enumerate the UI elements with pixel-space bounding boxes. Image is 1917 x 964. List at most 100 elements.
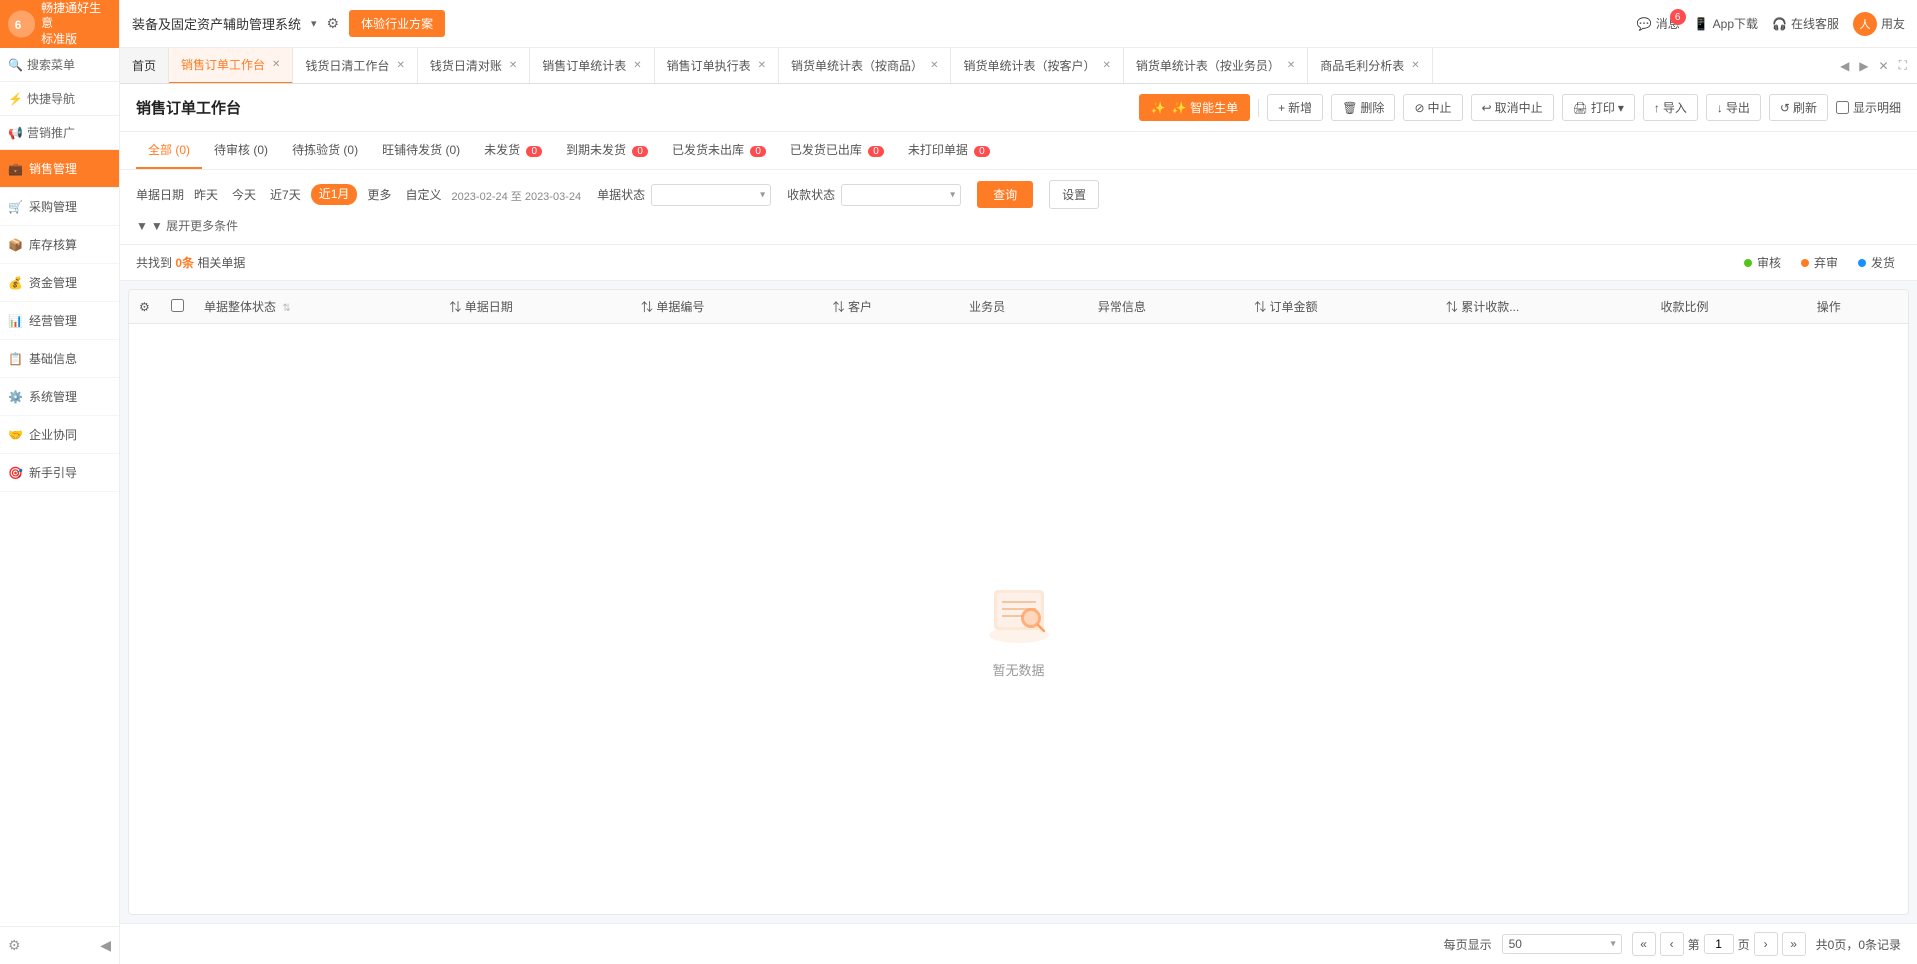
tab-maximize-icon[interactable]: ⛶ (1895, 56, 1911, 75)
collapse-sidebar-icon[interactable]: ◀ (100, 937, 111, 954)
sidebar-item-operation[interactable]: 📊 经营管理 (0, 302, 119, 340)
select-all-checkbox[interactable] (171, 299, 184, 312)
sub-tab-overdue-ship[interactable]: 到期未发货 0 (554, 132, 660, 169)
date-opt-today[interactable]: 今天 (228, 184, 260, 205)
sub-tab-wangpu-ship[interactable]: 旺铺待发货 (0) (370, 132, 472, 169)
tab-nav-prev[interactable]: ◀ (1836, 57, 1853, 75)
tab-sales-workbench[interactable]: 销售订单工作台 ✕ (169, 48, 293, 84)
sub-tab-pending-review[interactable]: 待审核 (0) (202, 132, 280, 169)
date-opt-custom[interactable]: 自定义 (401, 184, 445, 205)
print-icon: 🖨 (1573, 101, 1588, 115)
stop-button[interactable]: ⊘ 中止 (1403, 94, 1462, 121)
col-action: 操作 (1807, 290, 1908, 324)
tab-close-all-icon[interactable]: ✕ (1875, 57, 1893, 75)
tab-close-icon[interactable]: ✕ (509, 60, 517, 71)
tab-nav-next[interactable]: ▶ (1855, 57, 1872, 75)
smart-create-button[interactable]: ✨ ✨ 智能生单 (1139, 94, 1250, 121)
sidebar-item-label: 系统管理 (29, 388, 77, 405)
ship-button[interactable]: 发货 (1852, 251, 1901, 274)
user-menu[interactable]: 人 用友 (1853, 12, 1905, 36)
settings-filter-button[interactable]: 设置 (1049, 180, 1099, 209)
tab-close-icon[interactable]: ✕ (396, 60, 404, 71)
sidebar-item-finance[interactable]: 💰 资金管理 (0, 264, 119, 302)
message-button[interactable]: 💬 消息 6 (1637, 15, 1680, 32)
header-dropdown-arrow[interactable]: ▾ (311, 17, 317, 30)
expand-filter-button[interactable]: ▼ ▼ 展开更多条件 (136, 217, 1901, 234)
tab-sales-stat[interactable]: 销售订单统计表 ✕ (530, 48, 654, 84)
status-select[interactable] (651, 184, 771, 206)
tab-close-icon[interactable]: ✕ (1411, 60, 1419, 71)
date-opt-1month[interactable]: 近1月 (311, 184, 358, 205)
online-service-button[interactable]: 🎧 在线客服 (1772, 15, 1839, 32)
delete-button[interactable]: 🗑 删除 (1331, 94, 1395, 121)
tab-close-icon[interactable]: ✕ (272, 59, 280, 70)
tab-sales-exec[interactable]: 销售订单执行表 ✕ (655, 48, 779, 84)
sidebar-item-label: 经营管理 (29, 312, 77, 329)
sidebar-item-system[interactable]: ⚙️ 系统管理 (0, 378, 119, 416)
column-settings-icon[interactable]: ⚙ (139, 300, 150, 314)
sidebar-item-basicinfo[interactable]: 📋 基础信息 (0, 340, 119, 378)
tab-close-icon[interactable]: ✕ (1287, 60, 1295, 71)
show-detail-input[interactable] (1836, 101, 1849, 114)
page-number-input[interactable] (1704, 934, 1734, 954)
audit-button[interactable]: 审核 (1738, 251, 1787, 274)
main-content: 装备及固定资产辅助管理系统 ▾ ⚙ 体验行业方案 💬 消息 6 📱 App下载 … (120, 0, 1917, 964)
unaudit-button[interactable]: 弃审 (1795, 251, 1844, 274)
tab-home[interactable]: 首页 (120, 48, 169, 84)
col-amount: ⇅ 订单金额 (1244, 290, 1436, 324)
prev-page-button[interactable]: ‹ (1660, 932, 1684, 956)
refresh-button[interactable]: ↺ 刷新 (1769, 94, 1828, 121)
sidebar-item-promo[interactable]: 📢 营销推广 (0, 116, 119, 150)
sidebar-item-purchase[interactable]: 🛒 采购管理 (0, 188, 119, 226)
settings-gear-icon[interactable]: ⚙ (8, 937, 21, 954)
date-opt-yesterday[interactable]: 昨天 (190, 184, 222, 205)
show-detail-checkbox[interactable]: 显示明细 (1836, 99, 1901, 116)
header-gear-icon[interactable]: ⚙ (327, 15, 340, 32)
tab-close-icon[interactable]: ✕ (633, 60, 641, 71)
export-button[interactable]: ↓ 导出 (1706, 94, 1761, 121)
last-page-button[interactable]: » (1782, 932, 1806, 956)
sort-customer-icon[interactable]: ⇅ (833, 300, 845, 314)
first-page-button[interactable]: « (1632, 932, 1656, 956)
sort-number-icon[interactable]: ⇅ (641, 300, 653, 314)
sub-tab-pending-inspect[interactable]: 待拣验货 (0) (280, 132, 370, 169)
date-opt-7days[interactable]: 近7天 (266, 184, 305, 205)
print-button[interactable]: 🖨 打印 ▾ (1562, 94, 1635, 121)
next-page-button[interactable]: › (1754, 932, 1778, 956)
sidebar-item-guide[interactable]: 🎯 新手引导 (0, 454, 119, 492)
date-opt-more[interactable]: 更多 (363, 184, 395, 205)
sort-date-icon[interactable]: ⇅ (449, 300, 461, 314)
solution-button[interactable]: 体验行业方案 (349, 10, 445, 37)
tab-close-icon[interactable]: ✕ (758, 60, 766, 71)
import-button[interactable]: ↑ 导入 (1643, 94, 1698, 121)
sidebar-item-search[interactable]: 🔍 搜索菜单 (0, 48, 119, 82)
sort-amount-icon[interactable]: ⇅ (1254, 300, 1266, 314)
tab-stat-product[interactable]: 销货单统计表（按商品） ✕ (779, 48, 951, 84)
tab-stat-customer[interactable]: 销货单统计表（按客户） ✕ (951, 48, 1123, 84)
sidebar-item-sales[interactable]: 💼 销售管理 (0, 150, 119, 188)
tab-margin[interactable]: 商品毛利分析表 ✕ (1308, 48, 1432, 84)
tab-cash-reconcile[interactable]: 钱货日清对账 ✕ (418, 48, 530, 84)
sub-tab-not-printed[interactable]: 未打印单据 0 (896, 132, 1002, 169)
sub-tab-not-shipped[interactable]: 未发货 0 (472, 132, 554, 169)
logo-line1: 畅捷通好生意 (41, 1, 111, 32)
cancel-stop-button[interactable]: ↩ 取消中止 (1471, 94, 1554, 121)
sidebar-item-quicknav[interactable]: ⚡ 快捷导航 (0, 82, 119, 116)
add-button[interactable]: + 新增 (1267, 94, 1323, 121)
sidebar-item-coop[interactable]: 🤝 企业协同 (0, 416, 119, 454)
tab-cash-daily[interactable]: 钱货日清工作台 ✕ (293, 48, 417, 84)
sort-collected-icon[interactable]: ⇅ (1446, 300, 1458, 314)
tab-close-icon[interactable]: ✕ (930, 60, 938, 71)
message-icon: 💬 (1637, 17, 1652, 31)
query-button[interactable]: 查询 (977, 181, 1033, 208)
sidebar-item-inventory[interactable]: 📦 库存核算 (0, 226, 119, 264)
sub-tab-shipped-out[interactable]: 已发货已出库 0 (778, 132, 896, 169)
sort-status-icon[interactable]: ⇅ (282, 303, 290, 314)
sub-tab-shipped-not-in[interactable]: 已发货未出库 0 (660, 132, 778, 169)
tab-stat-staff[interactable]: 销货单统计表（按业务员） ✕ (1124, 48, 1308, 84)
payment-select[interactable] (841, 184, 961, 206)
per-page-select[interactable]: 10 20 50 100 (1502, 934, 1622, 954)
sub-tab-all[interactable]: 全部 (0) (136, 132, 202, 169)
tab-close-icon[interactable]: ✕ (1102, 60, 1110, 71)
app-download-button[interactable]: 📱 App下载 (1694, 15, 1758, 32)
